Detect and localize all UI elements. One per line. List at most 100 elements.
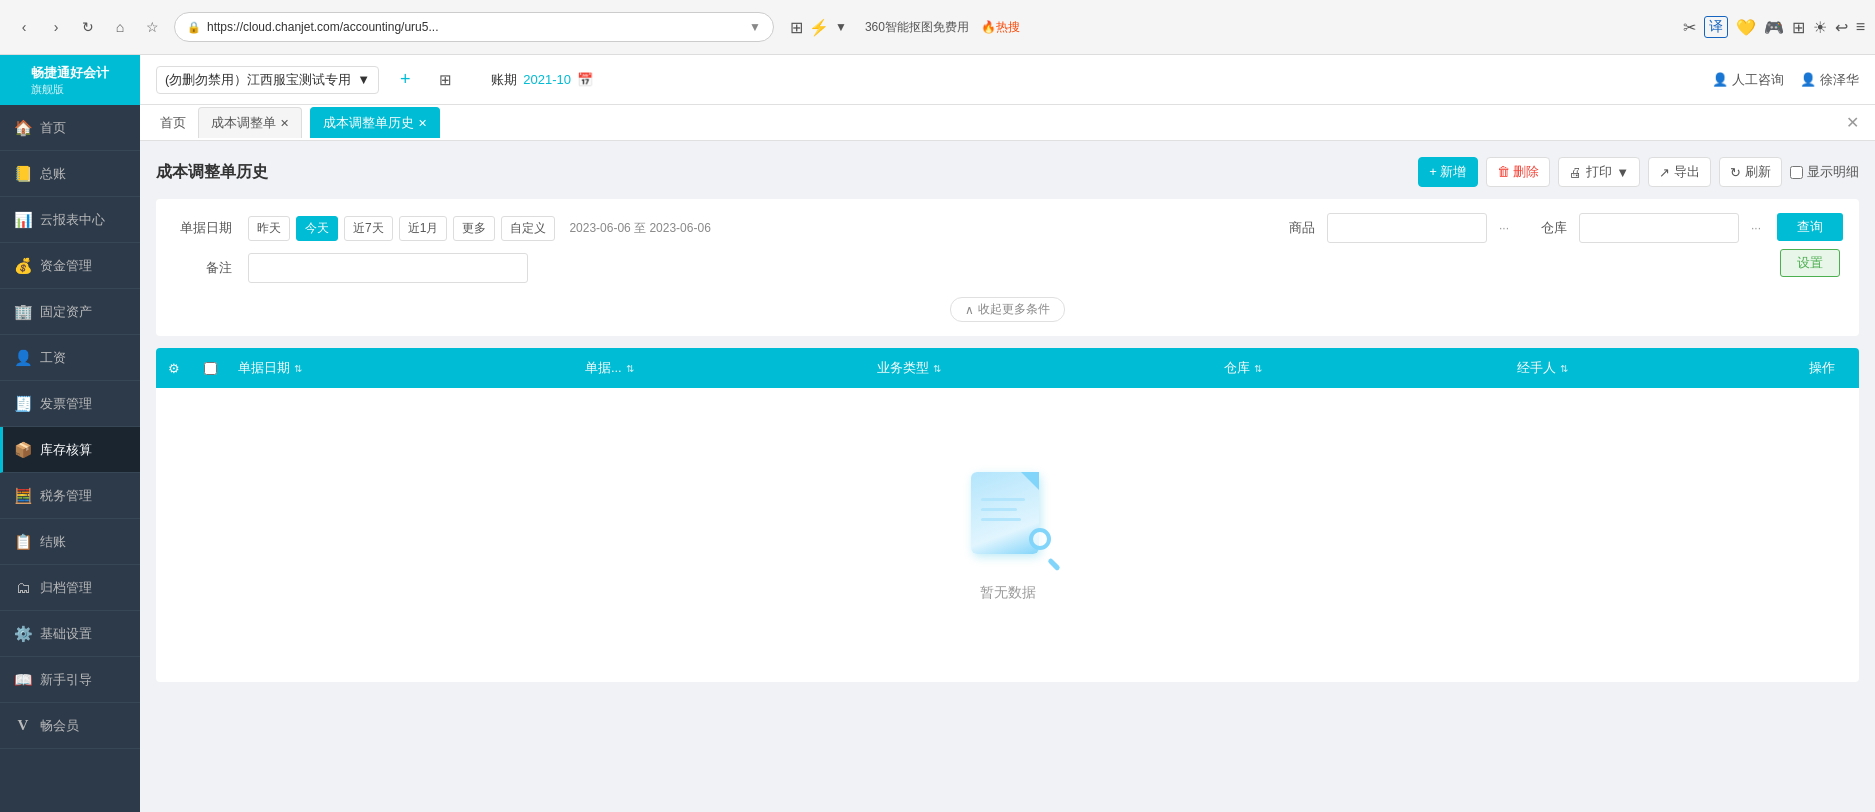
sidebar-item-ledger[interactable]: 📒 总账 (0, 151, 140, 197)
sidebar-item-reports[interactable]: 📊 云报表中心 (0, 197, 140, 243)
table-select-all[interactable] (192, 362, 228, 375)
translate-icon[interactable]: 译 (1704, 16, 1728, 38)
app-layout: 畅捷通好会计 旗舰版 🏠 首页 📒 总账 📊 云报表中心 💰 资金管理 (0, 55, 1875, 812)
col-action-label: 操作 (1809, 359, 1835, 377)
sidebar-item-funds[interactable]: 💰 资金管理 (0, 243, 140, 289)
hot-search-label[interactable]: 🔥热搜 (981, 19, 1020, 36)
select-all-checkbox[interactable] (204, 362, 217, 375)
sort-type-icon: ⇅ (933, 363, 941, 374)
date-range-display: 2023-06-06 至 2023-06-06 (569, 220, 710, 237)
sidebar-label-settings: 基础设置 (40, 625, 92, 643)
show-detail-checkbox[interactable] (1790, 166, 1803, 179)
refresh-button[interactable]: ↻ (74, 13, 102, 41)
col-date-label: 单据日期 (238, 359, 290, 377)
sun-icon[interactable]: ☀ (1813, 18, 1827, 37)
scissors-icon[interactable]: ✂ (1683, 18, 1696, 37)
sidebar-item-guide[interactable]: 📖 新手引导 (0, 657, 140, 703)
date-today-btn[interactable]: 今天 (296, 216, 338, 241)
grid-icon[interactable]: ⊞ (790, 18, 803, 37)
user-service-button[interactable]: 👤 人工咨询 (1712, 71, 1784, 89)
breadcrumb-home[interactable]: 首页 (156, 114, 190, 132)
date-more-btn[interactable]: 更多 (453, 216, 495, 241)
sidebar-item-inventory[interactable]: 📦 库存核算 (0, 427, 140, 473)
warehouse-ellipsis[interactable]: ··· (1751, 221, 1761, 235)
calendar-icon[interactable]: 📅 (577, 72, 593, 87)
export-button[interactable]: ↗ 导出 (1648, 157, 1711, 187)
wallet-icon[interactable]: 💛 (1736, 18, 1756, 37)
col-warehouse[interactable]: 仓库 ⇅ (1214, 359, 1506, 377)
collapse-filter-button[interactable]: ∧ 收起更多条件 (950, 297, 1065, 322)
warehouse-filter-input[interactable] (1579, 213, 1739, 243)
menu-icon[interactable]: ≡ (1856, 18, 1865, 36)
tab-close-1[interactable]: ✕ (418, 117, 427, 130)
note-filter-input[interactable] (248, 253, 528, 283)
refresh-button[interactable]: ↻ 刷新 (1719, 157, 1782, 187)
new-button[interactable]: + 新增 (1418, 157, 1477, 187)
user-avatar[interactable]: 👤 徐泽华 (1800, 71, 1859, 89)
sidebar-item-assets[interactable]: 🏢 固定资产 (0, 289, 140, 335)
vip-icon: V (14, 717, 32, 734)
col-type[interactable]: 业务类型 ⇅ (867, 359, 1214, 377)
forward-button[interactable]: › (42, 13, 70, 41)
sidebar-item-home[interactable]: 🏠 首页 (0, 105, 140, 151)
date-7days-btn[interactable]: 近7天 (344, 216, 393, 241)
col-number[interactable]: 单据... ⇅ (575, 359, 867, 377)
tab-cost-adjustment-history[interactable]: 成本调整单历史 ✕ (310, 107, 440, 138)
sidebar-item-archive[interactable]: 🗂 归档管理 (0, 565, 140, 611)
show-detail-label[interactable]: 显示明细 (1790, 163, 1859, 181)
url-text: https://cloud.chanjet.com/accounting/uru… (207, 20, 438, 34)
date-yesterday-btn[interactable]: 昨天 (248, 216, 290, 241)
print-dropdown-icon[interactable]: ▼ (1616, 165, 1629, 180)
sidebar-label-archive: 归档管理 (40, 579, 92, 597)
home-button[interactable]: ⌂ (106, 13, 134, 41)
tab-cost-adjustment[interactable]: 成本调整单 ✕ (198, 107, 302, 138)
star-button[interactable]: ☆ (138, 13, 166, 41)
apps-icon[interactable]: ⊞ (1792, 18, 1805, 37)
sidebar-item-settings[interactable]: ⚙️ 基础设置 (0, 611, 140, 657)
col-type-label: 业务类型 (877, 359, 929, 377)
sidebar-label-inventory: 库存核算 (40, 441, 92, 459)
add-tab-button[interactable]: + (391, 66, 419, 94)
sidebar-item-vip[interactable]: V 畅会员 (0, 703, 140, 749)
sidebar-item-invoice[interactable]: 🧾 发票管理 (0, 381, 140, 427)
close-all-tabs-button[interactable]: ✕ (1846, 113, 1859, 132)
date-custom-btn[interactable]: 自定义 (501, 216, 555, 241)
guide-icon: 📖 (14, 671, 32, 689)
goods-ellipsis[interactable]: ··· (1499, 221, 1509, 235)
dropdown-small-icon[interactable]: ▼ (835, 20, 847, 34)
set-button[interactable]: 设置 (1780, 249, 1840, 277)
game-icon[interactable]: 🎮 (1764, 18, 1784, 37)
sidebar-item-tax[interactable]: 🧮 税务管理 (0, 473, 140, 519)
goods-filter-input[interactable] (1327, 213, 1487, 243)
print-icon: 🖨 (1569, 165, 1582, 180)
address-bar[interactable]: 🔒 https://cloud.chanjet.com/accounting/u… (174, 12, 774, 42)
service-icon: 👤 (1712, 72, 1728, 87)
filter-date-row: 单据日期 昨天 今天 近7天 近1月 更多 自定义 2023-06-06 至 2… (172, 213, 1761, 243)
smart-cutout-label[interactable]: 360智能抠图免费用 (865, 19, 969, 36)
company-selector[interactable]: (勿删勿禁用）江西服宝测试专用 ▼ (156, 66, 379, 94)
main-wrapper: (勿删勿禁用）江西服宝测试专用 ▼ + ⊞ 账期 2021-10 📅 👤 人工咨… (140, 55, 1875, 812)
sidebar-label-tax: 税务管理 (40, 487, 92, 505)
lightning-icon[interactable]: ⚡ (809, 18, 829, 37)
col-date[interactable]: 单据日期 ⇅ (228, 359, 575, 377)
back-button[interactable]: ‹ (10, 13, 38, 41)
sidebar-item-closing[interactable]: 📋 结账 (0, 519, 140, 565)
query-button[interactable]: 查询 (1777, 213, 1843, 241)
undo-icon[interactable]: ↩ (1835, 18, 1848, 37)
tab-close-0[interactable]: ✕ (280, 117, 289, 130)
print-button[interactable]: 🖨 打印 ▼ (1558, 157, 1640, 187)
settings-icon: ⚙️ (14, 625, 32, 643)
sidebar-label-home: 首页 (40, 119, 66, 137)
col-handler[interactable]: 经手人 ⇅ (1507, 359, 1799, 377)
delete-button[interactable]: 🗑 删除 (1486, 157, 1551, 187)
sidebar-item-payroll[interactable]: 👤 工资 (0, 335, 140, 381)
apps-header-icon[interactable]: ⊞ (431, 66, 459, 94)
goods-filter-label: 商品 (1289, 219, 1315, 237)
browser-chrome: ‹ › ↻ ⌂ ☆ 🔒 https://cloud.chanjet.com/ac… (0, 0, 1875, 55)
date-group: 昨天 今天 近7天 近1月 更多 自定义 2023-06-06 至 2023-0… (248, 216, 711, 241)
date-1month-btn[interactable]: 近1月 (399, 216, 448, 241)
table-settings-icon[interactable]: ⚙ (156, 361, 192, 376)
sidebar-label-vip: 畅会员 (40, 717, 79, 735)
warehouse-filter-label: 仓库 (1541, 219, 1567, 237)
archive-icon: 🗂 (14, 579, 32, 596)
